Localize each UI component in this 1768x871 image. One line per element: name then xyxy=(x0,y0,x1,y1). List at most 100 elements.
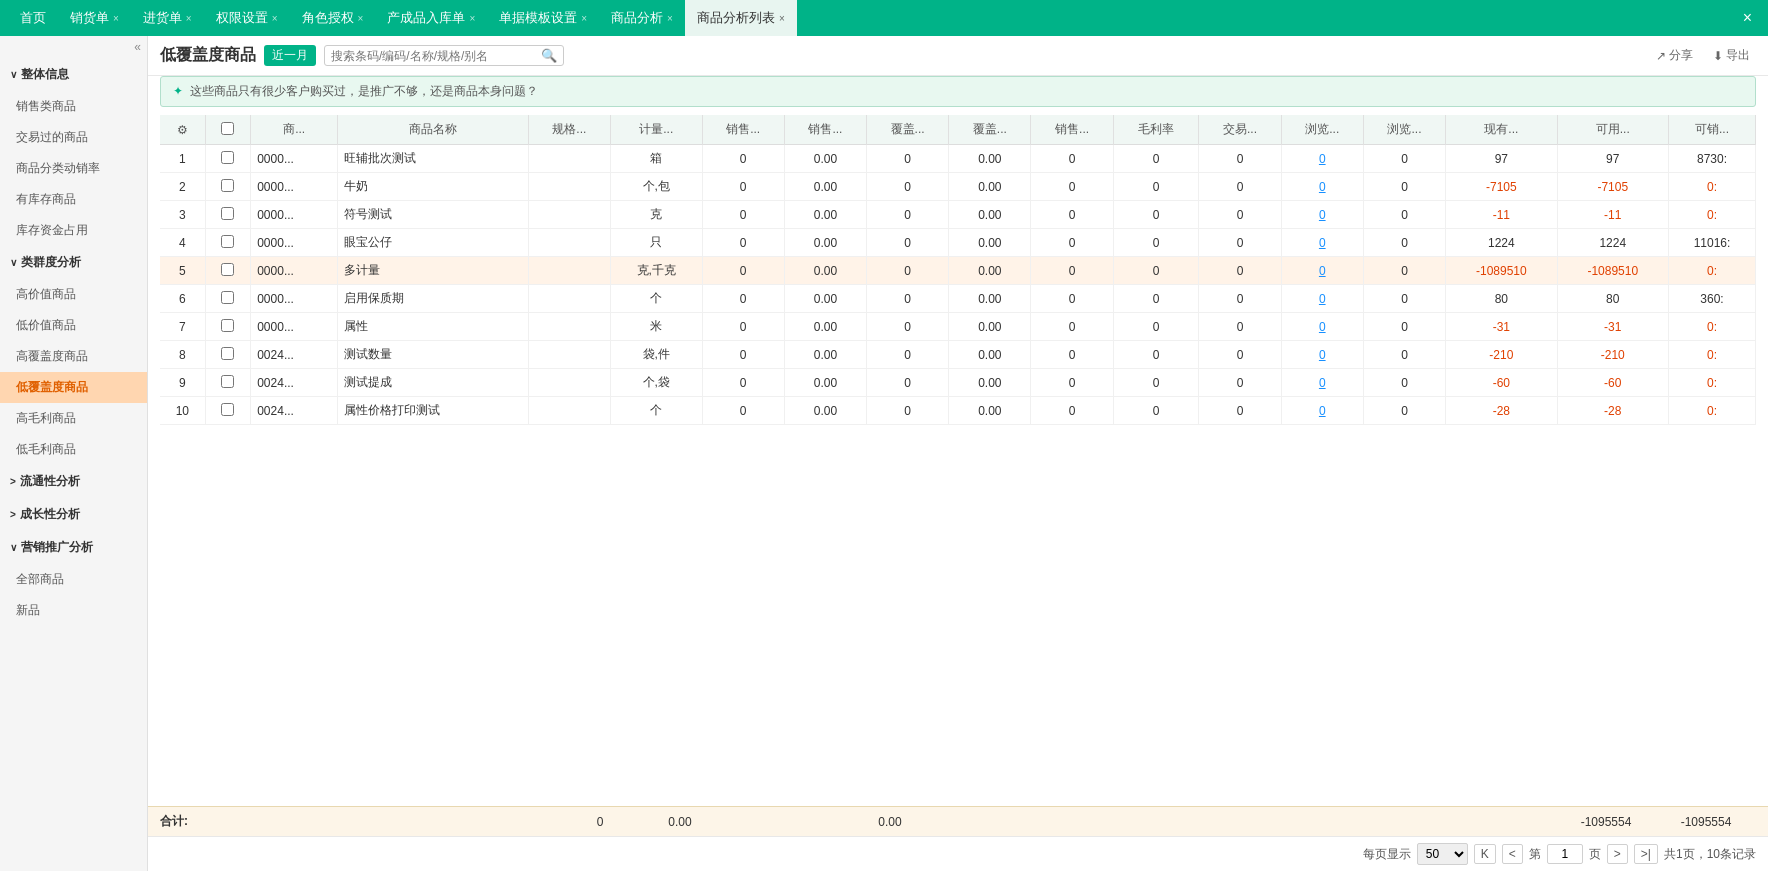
sidebar-item-low-value[interactable]: 低价值商品 xyxy=(0,310,147,341)
sidebar-item-high-margin[interactable]: 高毛利商品 xyxy=(0,403,147,434)
nav-finished-goods[interactable]: 产成品入库单 × xyxy=(375,0,487,36)
row-checkbox[interactable] xyxy=(205,145,250,173)
row-select-checkbox[interactable] xyxy=(221,179,234,192)
nav-template[interactable]: 单据模板设置 × xyxy=(487,0,599,36)
sidebar-section-marketing[interactable]: ∨ 营销推广分析 xyxy=(0,531,147,564)
col-checkbox[interactable] xyxy=(205,115,250,145)
settings-icon[interactable]: ⚙ xyxy=(177,123,188,137)
row-select-checkbox[interactable] xyxy=(221,263,234,276)
col-spec[interactable]: 规格... xyxy=(528,115,610,145)
sidebar-item-sales-goods[interactable]: 销售类商品 xyxy=(0,91,147,122)
row-select-checkbox[interactable] xyxy=(221,375,234,388)
row-select-checkbox[interactable] xyxy=(221,347,234,360)
close-icon[interactable]: × xyxy=(186,13,192,24)
row-checkbox[interactable] xyxy=(205,313,250,341)
nav-purchase[interactable]: 进货单 × xyxy=(131,0,204,36)
prev-page-button[interactable]: < xyxy=(1502,844,1523,864)
row-browse1[interactable]: 0 xyxy=(1281,341,1363,369)
row-checkbox[interactable] xyxy=(205,397,250,425)
row-checkbox[interactable] xyxy=(205,285,250,313)
row-browse1[interactable]: 0 xyxy=(1281,201,1363,229)
sidebar-section-group-analysis[interactable]: ∨ 类群度分析 xyxy=(0,246,147,279)
first-page-button[interactable]: K xyxy=(1474,844,1496,864)
nav-permissions[interactable]: 权限设置 × xyxy=(204,0,290,36)
table-container[interactable]: ⚙ 商... 商品名称 规格... 计量... 销售... 销售... 覆盖..… xyxy=(148,115,1768,806)
sidebar-item-all-goods[interactable]: 全部商品 xyxy=(0,564,147,595)
sidebar-section-liquidity[interactable]: > 流通性分析 xyxy=(0,465,147,498)
row-browse1[interactable]: 0 xyxy=(1281,173,1363,201)
search-input[interactable] xyxy=(331,49,541,63)
sidebar-item-low-coverage[interactable]: 低覆盖度商品 xyxy=(0,372,147,403)
row-browse1[interactable]: 0 xyxy=(1281,145,1363,173)
close-icon[interactable]: × xyxy=(581,13,587,24)
browse-link[interactable]: 0 xyxy=(1319,208,1326,222)
sidebar-item-stock-capital[interactable]: 库存资金占用 xyxy=(0,215,147,246)
browse-link[interactable]: 0 xyxy=(1319,320,1326,334)
col-settings[interactable]: ⚙ xyxy=(160,115,205,145)
close-icon[interactable]: × xyxy=(469,13,475,24)
col-browse2[interactable]: 浏览... xyxy=(1363,115,1445,145)
row-browse1[interactable]: 0 xyxy=(1281,229,1363,257)
close-icon[interactable]: × xyxy=(113,13,119,24)
sidebar-toggle[interactable]: « xyxy=(0,36,147,58)
row-browse1[interactable]: 0 xyxy=(1281,313,1363,341)
sidebar-item-high-value[interactable]: 高价值商品 xyxy=(0,279,147,310)
browse-link[interactable]: 0 xyxy=(1319,292,1326,306)
col-saleable[interactable]: 可销... xyxy=(1668,115,1755,145)
close-icon[interactable]: × xyxy=(779,13,785,24)
row-checkbox[interactable] xyxy=(205,257,250,285)
select-all-checkbox[interactable] xyxy=(221,122,234,135)
row-checkbox[interactable] xyxy=(205,369,250,397)
col-unit[interactable]: 计量... xyxy=(610,115,702,145)
sidebar-item-traded-goods[interactable]: 交易过的商品 xyxy=(0,122,147,153)
window-close-icon[interactable]: × xyxy=(1735,9,1760,27)
nav-product-analysis[interactable]: 商品分析 × xyxy=(599,0,685,36)
sidebar-section-growth[interactable]: > 成长性分析 xyxy=(0,498,147,531)
browse-link[interactable]: 0 xyxy=(1319,264,1326,278)
close-icon[interactable]: × xyxy=(667,13,673,24)
col-sales-qty[interactable]: 销售... xyxy=(702,115,784,145)
browse-link[interactable]: 0 xyxy=(1319,152,1326,166)
close-icon[interactable]: × xyxy=(272,13,278,24)
col-browse1[interactable]: 浏览... xyxy=(1281,115,1363,145)
col-sales-amt[interactable]: 销售... xyxy=(784,115,866,145)
browse-link[interactable]: 0 xyxy=(1319,180,1326,194)
sidebar-item-low-margin[interactable]: 低毛利商品 xyxy=(0,434,147,465)
sidebar-item-category-activity[interactable]: 商品分类动销率 xyxy=(0,153,147,184)
sidebar-item-high-coverage[interactable]: 高覆盖度商品 xyxy=(0,341,147,372)
row-browse1[interactable]: 0 xyxy=(1281,397,1363,425)
browse-link[interactable]: 0 xyxy=(1319,404,1326,418)
row-browse1[interactable]: 0 xyxy=(1281,285,1363,313)
row-select-checkbox[interactable] xyxy=(221,207,234,220)
row-checkbox[interactable] xyxy=(205,201,250,229)
page-input[interactable] xyxy=(1547,844,1583,864)
last-page-button[interactable]: >| xyxy=(1634,844,1658,864)
col-coverage2[interactable]: 覆盖... xyxy=(949,115,1031,145)
row-checkbox[interactable] xyxy=(205,173,250,201)
col-sales-days[interactable]: 销售... xyxy=(1031,115,1113,145)
period-button[interactable]: 近一月 xyxy=(264,45,316,66)
sidebar-item-new-goods[interactable]: 新品 xyxy=(0,595,147,626)
browse-link[interactable]: 0 xyxy=(1319,348,1326,362)
browse-link[interactable]: 0 xyxy=(1319,236,1326,250)
row-select-checkbox[interactable] xyxy=(221,291,234,304)
row-select-checkbox[interactable] xyxy=(221,403,234,416)
export-button[interactable]: ⬇ 导出 xyxy=(1707,44,1756,67)
col-current-stock[interactable]: 现有... xyxy=(1446,115,1557,145)
sidebar-item-stocked-goods[interactable]: 有库存商品 xyxy=(0,184,147,215)
nav-home[interactable]: 首页 xyxy=(8,0,58,36)
col-coverage1[interactable]: 覆盖... xyxy=(867,115,949,145)
next-page-button[interactable]: > xyxy=(1607,844,1628,864)
row-select-checkbox[interactable] xyxy=(221,151,234,164)
nav-role-auth[interactable]: 角色授权 × xyxy=(290,0,376,36)
row-browse1[interactable]: 0 xyxy=(1281,257,1363,285)
browse-link[interactable]: 0 xyxy=(1319,376,1326,390)
col-margin[interactable]: 毛利率 xyxy=(1113,115,1199,145)
col-trade[interactable]: 交易... xyxy=(1199,115,1281,145)
row-checkbox[interactable] xyxy=(205,229,250,257)
sidebar-section-overview[interactable]: ∨ 整体信息 xyxy=(0,58,147,91)
per-page-select[interactable]: 50 20 100 xyxy=(1417,843,1468,865)
share-button[interactable]: ↗ 分享 xyxy=(1650,44,1699,67)
row-select-checkbox[interactable] xyxy=(221,235,234,248)
search-icon[interactable]: 🔍 xyxy=(541,48,557,63)
